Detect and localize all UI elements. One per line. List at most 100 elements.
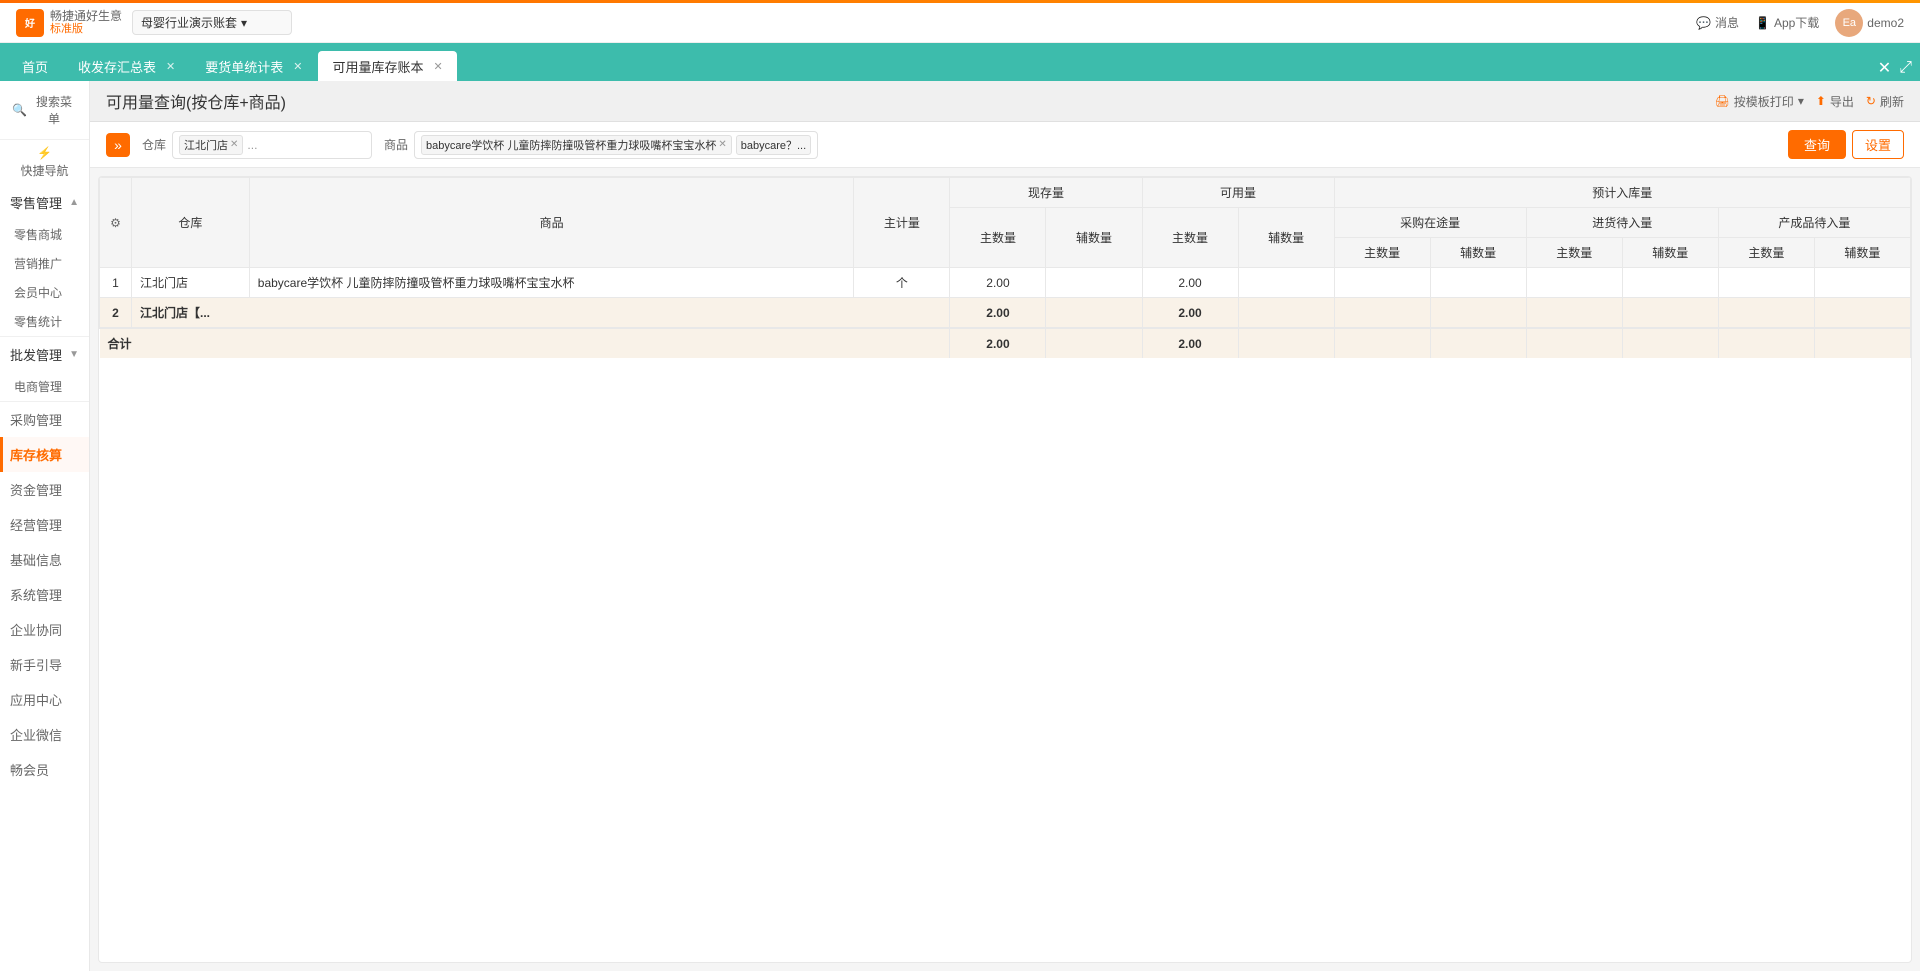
sidebar-item-retail-mall[interactable]: 零售商城 — [0, 220, 89, 249]
cell-avail-aux — [1238, 268, 1334, 298]
tab-order-close-icon[interactable]: ✕ — [293, 60, 302, 73]
total-row: 合计 2.00 2.00 — [100, 328, 1911, 358]
industry-selector[interactable]: 母婴行业演示账套 ▾ — [132, 10, 292, 35]
tab-available-label: 可用量库存账本 — [332, 57, 423, 76]
tab-available-close-icon[interactable]: ✕ — [434, 60, 443, 73]
warehouse-filter-input[interactable]: 江北门店 ✕ ... — [172, 131, 372, 159]
col-available: 可用量 — [1142, 178, 1334, 208]
template-print-btn[interactable]: 🖨 按模板打印 ▾ — [1715, 93, 1804, 110]
col-product-main: 主数量 — [1718, 238, 1814, 268]
sidebar-item-enterprise[interactable]: 企业协同 — [0, 612, 89, 647]
sidebar-purchase-label: 采购管理 — [10, 410, 62, 429]
sidebar-appstore-label: 应用中心 — [10, 690, 62, 709]
warehouse-filter-label: 仓库 — [142, 136, 166, 153]
sidebar-item-marketing[interactable]: 营销推广 — [0, 249, 89, 278]
column-settings-icon[interactable]: ⚙ — [110, 216, 121, 230]
warehouse-tag-remove-icon[interactable]: ✕ — [230, 139, 238, 150]
cell-stock-aux — [1046, 268, 1142, 298]
cell-incoming-main — [1526, 268, 1622, 298]
product-filter-input[interactable]: babycare学饮杯 儿童防摔防撞吸管杯重力球吸嘴杯宝宝水杯 ✕ babyca… — [414, 131, 818, 159]
lightning-icon: ⚡ — [37, 146, 52, 160]
col-purchase-aux: 辅数量 — [1430, 238, 1526, 268]
sidebar-item-finance[interactable]: 资金管理 — [0, 472, 89, 507]
sidebar-enterprise-label: 企业协同 — [10, 620, 62, 639]
top-bar: 好 畅捷通好生意 标准版 母婴行业演示账套 ▾ 💬 消息 📱 App下载 Ea … — [0, 3, 1920, 43]
subtotal-product-aux — [1814, 298, 1910, 329]
page-header-actions: 🖨 按模板打印 ▾ ⬆ 导出 ↻ 刷新 — [1715, 93, 1904, 110]
subtotal-incoming-main — [1526, 298, 1622, 329]
tab-receipt-summary[interactable]: 收发存汇总表 ✕ — [64, 51, 189, 81]
tab-order-stats[interactable]: 要货单统计表 ✕ — [191, 51, 316, 81]
sidebar-retail-label: 零售管理 — [10, 193, 62, 212]
export-label: 导出 — [1830, 93, 1854, 110]
subtotal-stock-main: 2.00 — [950, 298, 1046, 329]
quick-nav-button[interactable]: ⚡ 快捷导航 — [0, 140, 89, 185]
cell-mainunit: 个 — [854, 268, 950, 298]
sidebar-wholesale-toggle[interactable]: 批发管理 ▼ — [0, 337, 89, 372]
sidebar-item-system[interactable]: 系统管理 — [0, 577, 89, 612]
message-action[interactable]: 💬 消息 — [1696, 14, 1739, 31]
tab-receipt-close-icon[interactable]: ✕ — [166, 60, 175, 73]
sidebar-section-retail: 零售管理 ▲ 零售商城 营销推广 会员中心 零售统计 — [0, 185, 89, 337]
sidebar-item-ecommerce[interactable]: 电商管理 — [0, 372, 89, 401]
tab-expand-icon[interactable]: ⤢ — [1899, 59, 1912, 77]
sidebar-section-wholesale: 批发管理 ▼ 电商管理 — [0, 337, 89, 402]
table-footer: 合计 2.00 2.00 — [100, 328, 1911, 358]
tab-close-all-icon[interactable]: ✕ — [1878, 58, 1891, 78]
sidebar-newguide-label: 新手引导 — [10, 655, 62, 674]
sidebar-item-newguide[interactable]: 新手引导 — [0, 647, 89, 682]
sidebar-item-appstore[interactable]: 应用中心 — [0, 682, 89, 717]
total-purchase-aux — [1430, 328, 1526, 358]
tab-order-stats-label: 要货单统计表 — [205, 57, 283, 76]
subtotal-label: 江北门店【... — [132, 298, 950, 329]
sidebar-item-retail-stats[interactable]: 零售统计 — [0, 307, 89, 336]
product-filter-field: 商品 babycare学饮杯 儿童防摔防撞吸管杯重力球吸嘴杯宝宝水杯 ✕ bab… — [384, 131, 818, 159]
main-layout: 🔍 搜索菜单 ⚡ 快捷导航 零售管理 ▲ 零售商城 营销推广 会员中心 — [0, 81, 1920, 971]
warehouse-filter-dots[interactable]: ... — [247, 138, 257, 152]
tab-home[interactable]: 首页 — [8, 51, 62, 81]
cell-incoming-aux — [1622, 268, 1718, 298]
total-incoming-aux — [1622, 328, 1718, 358]
sidebar-search-area: 🔍 搜索菜单 — [0, 81, 89, 140]
sidebar-item-basic[interactable]: 基础信息 — [0, 542, 89, 577]
print-chevron-icon: ▾ — [1798, 94, 1804, 108]
table-subtotal-row: 2 江北门店【... 2.00 2.00 — [100, 298, 1911, 329]
export-btn[interactable]: ⬆ 导出 — [1816, 93, 1854, 110]
sidebar: 🔍 搜索菜单 ⚡ 快捷导航 零售管理 ▲ 零售商城 营销推广 会员中心 — [0, 81, 90, 971]
industry-selector-text: 母婴行业演示账套 — [141, 14, 237, 31]
sidebar-item-operations[interactable]: 经营管理 — [0, 507, 89, 542]
cell-product-aux — [1814, 268, 1910, 298]
inventory-table: ⚙ 仓库 商品 主计量 现存量 可用量 预计入库量 主数量 辅数量 主数量 辅数… — [99, 177, 1911, 358]
sidebar-member-label: 会员中心 — [14, 286, 62, 300]
settings-button[interactable]: 设置 — [1852, 130, 1904, 159]
subtotal-no: 2 — [100, 298, 132, 329]
page-title: 可用量查询(按仓库+商品) — [106, 89, 286, 113]
sidebar-item-member[interactable]: 会员中心 — [0, 278, 89, 307]
app-download-action[interactable]: 📱 App下载 — [1755, 14, 1819, 31]
sidebar-search-button[interactable]: 🔍 搜索菜单 — [8, 89, 81, 131]
filter-expand-button[interactable]: » — [106, 133, 130, 157]
user-name: demo2 — [1867, 16, 1904, 30]
sidebar-changyuan-label: 畅会员 — [10, 760, 49, 779]
user-area[interactable]: Ea demo2 — [1835, 9, 1904, 37]
product-tag2-text: babycare？... — [741, 137, 806, 153]
warehouse-filter-tag: 江北门店 ✕ — [179, 135, 243, 155]
sidebar-finance-label: 资金管理 — [10, 480, 62, 499]
sidebar-retail-toggle[interactable]: 零售管理 ▲ — [0, 185, 89, 220]
total-incoming-main — [1526, 328, 1622, 358]
subtotal-avail-main: 2.00 — [1142, 298, 1238, 329]
product-filter-tag1: babycare学饮杯 儿童防摔防撞吸管杯重力球吸嘴杯宝宝水杯 ✕ — [421, 135, 732, 155]
sidebar-item-changyuanmember[interactable]: 畅会员 — [0, 752, 89, 787]
refresh-btn[interactable]: ↻ 刷新 — [1866, 93, 1904, 110]
sidebar-item-purchase[interactable]: 采购管理 — [0, 402, 89, 437]
sidebar-item-inventory[interactable]: 库存核算 — [0, 437, 89, 472]
product-tag1-remove-icon[interactable]: ✕ — [718, 139, 726, 150]
tab-available-inventory[interactable]: 可用量库存账本 ✕ — [318, 51, 456, 81]
cell-purchase-main — [1334, 268, 1430, 298]
col-planned-inbound: 预计入库量 — [1334, 178, 1910, 208]
sidebar-item-wechat[interactable]: 企业微信 — [0, 717, 89, 752]
col-avail-aux: 辅数量 — [1238, 208, 1334, 268]
total-label: 合计 — [100, 328, 950, 358]
col-avail-main: 主数量 — [1142, 208, 1238, 268]
query-button[interactable]: 查询 — [1788, 130, 1846, 159]
